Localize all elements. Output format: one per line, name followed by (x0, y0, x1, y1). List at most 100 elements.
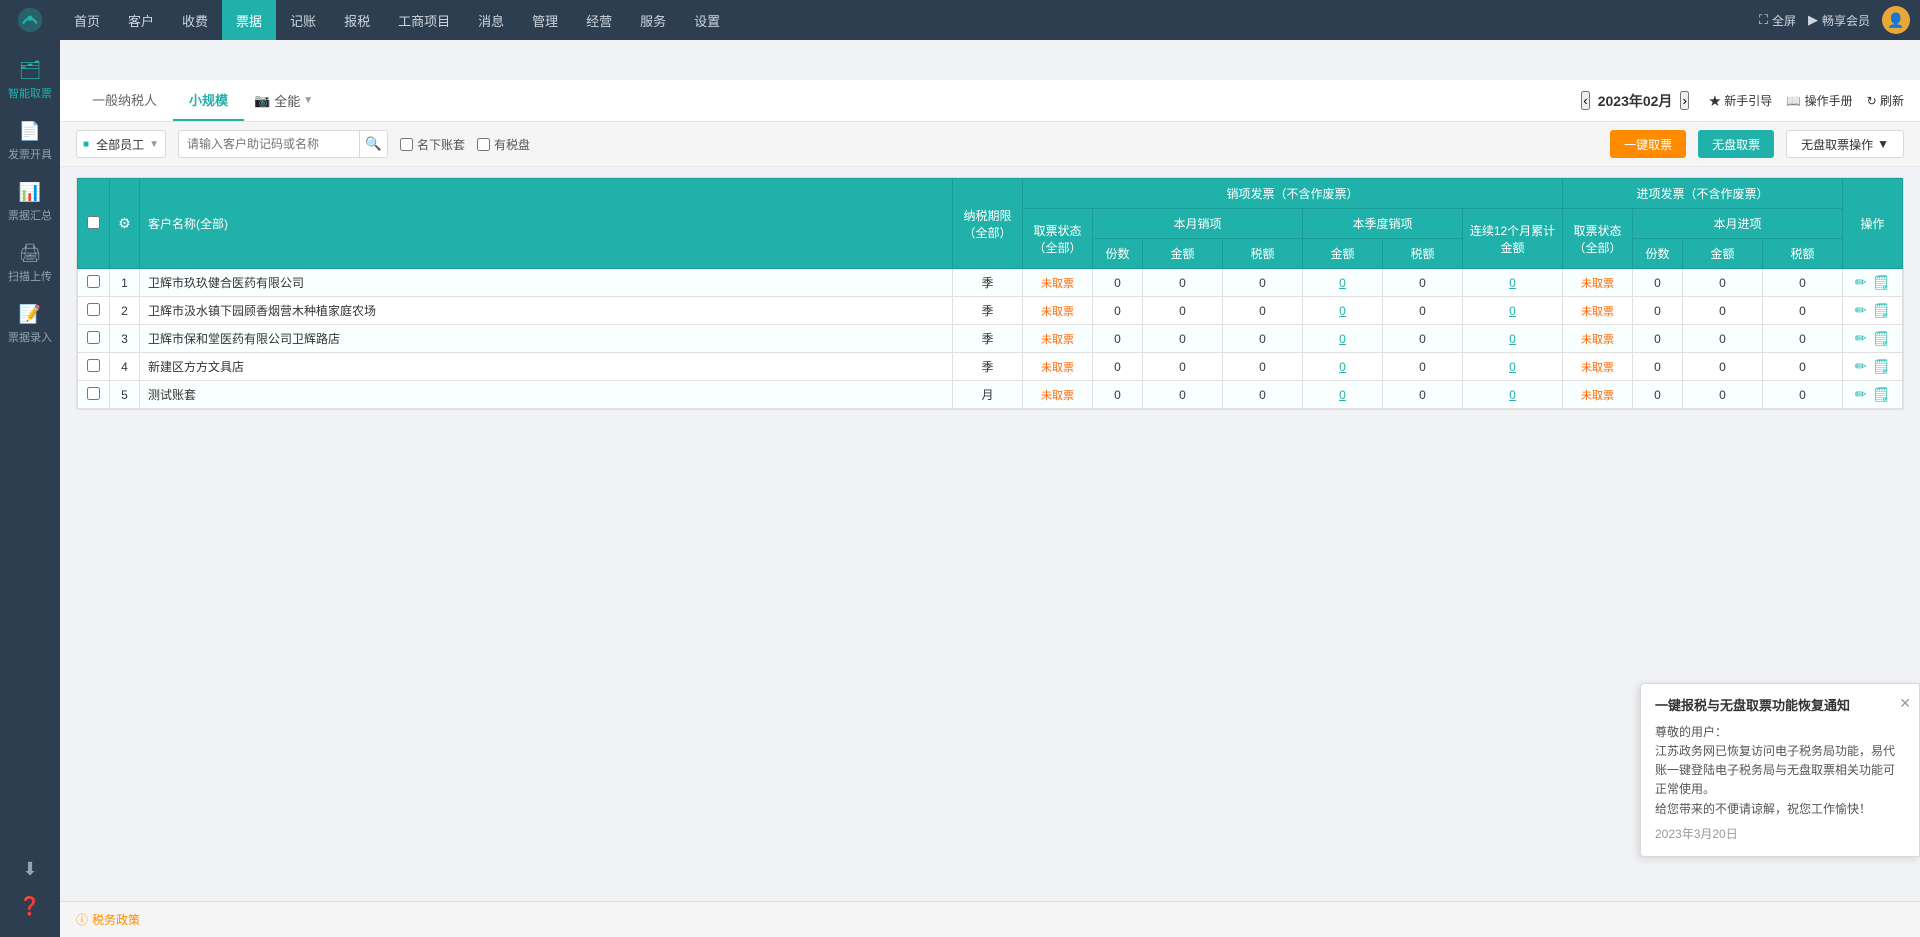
row-season-amount: 0 (1303, 353, 1383, 381)
row-input-count: 0 (1633, 353, 1683, 381)
smart-fetch-icon: 🗂 (19, 60, 42, 81)
row-checkbox-cell (78, 297, 110, 325)
th-input-count: 份数 (1633, 239, 1683, 269)
row-checkbox[interactable] (87, 359, 100, 372)
nav-tax[interactable]: 报税 (330, 0, 384, 40)
avatar[interactable]: 👤 (1882, 6, 1910, 34)
nav-fee[interactable]: 收费 (168, 0, 222, 40)
row-fetch-status-input: 未取票 (1563, 269, 1633, 297)
edit-icon[interactable]: ✏ (1855, 358, 1867, 375)
view-icon[interactable]: 🗒 (1872, 358, 1890, 375)
search-input[interactable] (179, 137, 359, 151)
sidebar-item-invoice-entry[interactable]: 📝 票据录入 (0, 294, 60, 355)
nav-service[interactable]: 服务 (626, 0, 680, 40)
row-fetch-status-sales: 未取票 (1023, 353, 1093, 381)
th-month-amount: 金额 (1143, 239, 1223, 269)
scan-upload-icon: 🖨 (19, 243, 42, 264)
row-fetch-status-input: 未取票 (1563, 353, 1633, 381)
edit-icon[interactable]: ✏ (1855, 274, 1867, 291)
table-row: 1 卫辉市玖玖健合医药有限公司 季 未取票 0 0 0 0 0 0 未取票 0 … (78, 269, 1903, 297)
table-row: 5 测试账套 月 未取票 0 0 0 0 0 0 未取票 0 0 0 ✏ 🗒 (78, 381, 1903, 409)
edit-icon[interactable]: ✏ (1855, 386, 1867, 403)
tax-policy-link[interactable]: ⓘ 税务政策 (76, 911, 140, 928)
nav-home[interactable]: 首页 (60, 0, 114, 40)
row-input-tax: 0 (1763, 269, 1843, 297)
row-number: 3 (110, 325, 140, 353)
nav-client[interactable]: 客户 (114, 0, 168, 40)
one-key-fetch-button[interactable]: 一键取票 (1610, 130, 1686, 158)
row-checkbox[interactable] (87, 387, 100, 400)
row-actions: ✏ 🗒 (1843, 325, 1903, 353)
row-month-amount: 0 (1143, 269, 1223, 297)
fullscreen-btn[interactable]: ⛶ 全屏 (1759, 12, 1796, 29)
notification-apology: 给您带来的不便请谅解，祝您工作愉快！ (1655, 800, 1905, 819)
tab-all[interactable]: 📷 全能 ▼ (244, 80, 323, 122)
row-checkbox[interactable] (87, 303, 100, 316)
diskless-fetch-button[interactable]: 无盘取票 (1698, 130, 1774, 158)
select-all-checkbox[interactable] (87, 216, 100, 229)
th-season-tax: 税额 (1383, 239, 1463, 269)
period-next-btn[interactable]: › (1680, 91, 1688, 110)
row-month-count: 0 (1093, 297, 1143, 325)
sidebar-item-smart-fetch[interactable]: 🗂 智能取票 (0, 50, 60, 111)
row-tax-period: 季 (953, 353, 1023, 381)
member-btn[interactable]: ▶ 畅享会员 (1808, 12, 1870, 29)
sidebar-download-icon[interactable]: ⬇ (22, 859, 37, 880)
row-month-tax: 0 (1223, 297, 1303, 325)
view-icon[interactable]: 🗒 (1872, 330, 1890, 347)
row-checkbox[interactable] (87, 275, 100, 288)
gear-icon[interactable]: ⚙ (118, 215, 131, 231)
nav-operate[interactable]: 经营 (572, 0, 626, 40)
row-season-amount: 0 (1303, 269, 1383, 297)
row-month-amount: 0 (1143, 297, 1223, 325)
diskless-ops-button[interactable]: 无盘取票操作 ▼ (1786, 130, 1904, 158)
nav-manage[interactable]: 管理 (518, 0, 572, 40)
view-icon[interactable]: 🗒 (1872, 302, 1890, 319)
row-client: 卫辉市玖玖健合医药有限公司 (140, 269, 953, 297)
th-month-tax: 税额 (1223, 239, 1303, 269)
nav-invoice[interactable]: 票据 (222, 0, 276, 40)
nav-message[interactable]: 消息 (464, 0, 518, 40)
sidebar-help-icon[interactable]: ❓ (19, 896, 41, 917)
row-season-tax: 0 (1383, 353, 1463, 381)
view-icon[interactable]: 🗒 (1872, 274, 1890, 291)
row-consec12m: 0 (1463, 297, 1563, 325)
edit-icon[interactable]: ✏ (1855, 302, 1867, 319)
edit-icon[interactable]: ✏ (1855, 330, 1867, 347)
nav-bookkeeping[interactable]: 记账 (276, 0, 330, 40)
notification-text: 江苏政务网已恢复访问电子税务局功能，易代账一键登陆电子税务局与无盘取票相关功能可… (1655, 742, 1905, 800)
sidebar-item-invoice-issue[interactable]: 📄 发票开具 (0, 111, 60, 172)
row-checkbox[interactable] (87, 331, 100, 344)
tab-general-taxpayer[interactable]: 一般纳税人 (76, 81, 173, 121)
row-input-amount: 0 (1683, 381, 1763, 409)
row-tax-period: 季 (953, 297, 1023, 325)
has-tax-checkbox[interactable] (477, 138, 490, 151)
search-button[interactable]: 🔍 (359, 130, 387, 158)
sidebar-item-invoice-summary[interactable]: 📊 票据汇总 (0, 172, 60, 233)
nav-items: 首页 客户 收费 票据 记账 报税 工商项目 消息 管理 经营 服务 设置 (60, 0, 1759, 40)
employee-select[interactable]: ■ 全部员工 ▼ (76, 130, 166, 158)
th-season-amount: 金额 (1303, 239, 1383, 269)
row-input-amount: 0 (1683, 297, 1763, 325)
top-right-actions: ★ 新手引导 📖 操作手册 ↻ 刷新 (1709, 92, 1904, 109)
row-input-count: 0 (1633, 297, 1683, 325)
has-tax-label[interactable]: 有税盘 (477, 136, 530, 153)
row-fetch-status-sales: 未取票 (1023, 269, 1093, 297)
sidebar-item-scan-upload[interactable]: 🖨 扫描上传 (0, 233, 60, 294)
period-prev-btn[interactable]: ‹ (1581, 91, 1589, 110)
tab-small-scale[interactable]: 小规模 (173, 81, 244, 121)
notification-close-btn[interactable]: ✕ (1899, 692, 1911, 714)
my-account-checkbox[interactable] (400, 138, 413, 151)
my-account-label[interactable]: 名下账套 (400, 136, 465, 153)
row-month-amount: 0 (1143, 381, 1223, 409)
period-area: ‹ 2023年02月 › (1581, 91, 1689, 111)
view-icon[interactable]: 🗒 (1872, 386, 1890, 403)
manual-link[interactable]: 📖 操作手册 (1786, 92, 1852, 109)
logo (10, 0, 50, 40)
refresh-link[interactable]: ↻ 刷新 (1867, 92, 1904, 109)
th-this-month-input: 本月进项 (1633, 209, 1843, 239)
nav-business[interactable]: 工商项目 (384, 0, 464, 40)
row-number: 5 (110, 381, 140, 409)
nav-settings[interactable]: 设置 (680, 0, 734, 40)
guide-link[interactable]: ★ 新手引导 (1709, 92, 1772, 109)
